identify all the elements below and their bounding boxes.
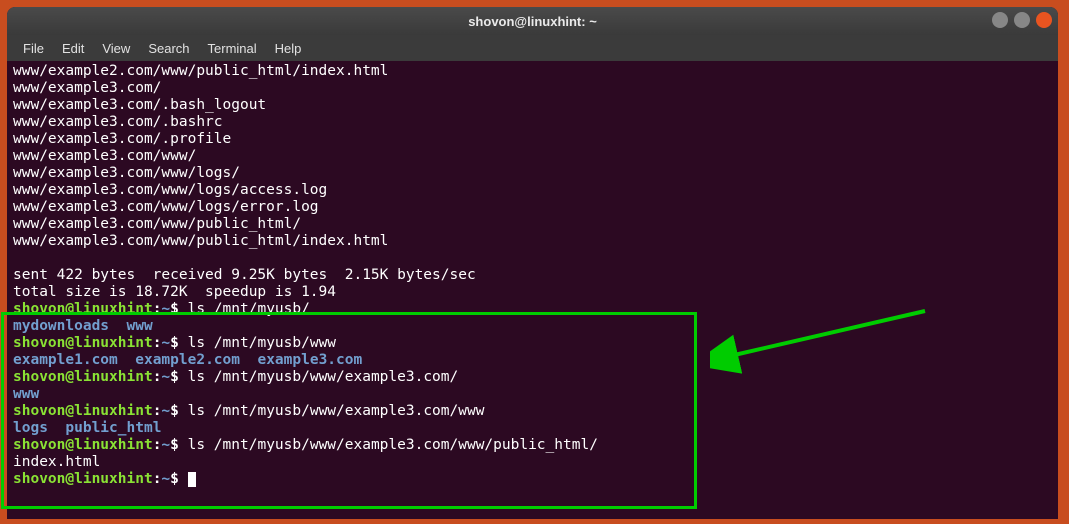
prompt-line: shovon@linuxhint:~$ — [13, 471, 1052, 488]
prompt-line: shovon@linuxhint:~$ ls /mnt/myusb/www — [13, 335, 1052, 352]
output-line: www/example3.com/www/logs/access.log — [13, 182, 1052, 199]
window-controls — [992, 12, 1052, 28]
output-line: mydownloads www — [13, 318, 1052, 335]
output-line — [13, 250, 1052, 267]
output-line: www/example3.com/ — [13, 80, 1052, 97]
window-title: shovon@linuxhint: ~ — [468, 14, 597, 29]
menu-search[interactable]: Search — [140, 39, 197, 58]
close-icon[interactable] — [1036, 12, 1052, 28]
output-line: www/example3.com/www/public_html/ — [13, 216, 1052, 233]
terminal-body[interactable]: www/example2.com/www/public_html/index.h… — [7, 61, 1058, 490]
output-line: www/example3.com/.bash_logout — [13, 97, 1052, 114]
menu-edit[interactable]: Edit — [54, 39, 92, 58]
menubar: File Edit View Search Terminal Help — [7, 35, 1058, 61]
prompt-line: shovon@linuxhint:~$ ls /mnt/myusb/www/ex… — [13, 369, 1052, 386]
prompt-line: shovon@linuxhint:~$ ls /mnt/myusb/www/ex… — [13, 437, 1052, 454]
minimize-icon[interactable] — [992, 12, 1008, 28]
output-line: www/example3.com/www/logs/error.log — [13, 199, 1052, 216]
menu-file[interactable]: File — [15, 39, 52, 58]
output-line: www/example3.com/.bashrc — [13, 114, 1052, 131]
output-line: www/example3.com/www/logs/ — [13, 165, 1052, 182]
output-line: total size is 18.72K speedup is 1.94 — [13, 284, 1052, 301]
output-line: sent 422 bytes received 9.25K bytes 2.15… — [13, 267, 1052, 284]
menu-help[interactable]: Help — [267, 39, 310, 58]
menu-terminal[interactable]: Terminal — [200, 39, 265, 58]
titlebar: shovon@linuxhint: ~ — [7, 7, 1058, 35]
output-line: www/example2.com/www/public_html/index.h… — [13, 63, 1052, 80]
cursor — [188, 472, 196, 487]
prompt-line: shovon@linuxhint:~$ ls /mnt/myusb/www/ex… — [13, 403, 1052, 420]
output-line: www/example3.com/.profile — [13, 131, 1052, 148]
output-line: www — [13, 386, 1052, 403]
terminal-window: shovon@linuxhint: ~ File Edit View Searc… — [7, 7, 1058, 519]
output-line: logs public_html — [13, 420, 1052, 437]
maximize-icon[interactable] — [1014, 12, 1030, 28]
output-line: www/example3.com/www/ — [13, 148, 1052, 165]
output-line: example1.com example2.com example3.com — [13, 352, 1052, 369]
output-line: www/example3.com/www/public_html/index.h… — [13, 233, 1052, 250]
menu-view[interactable]: View — [94, 39, 138, 58]
prompt-line: shovon@linuxhint:~$ ls /mnt/myusb/ — [13, 301, 1052, 318]
output-line: index.html — [13, 454, 1052, 471]
